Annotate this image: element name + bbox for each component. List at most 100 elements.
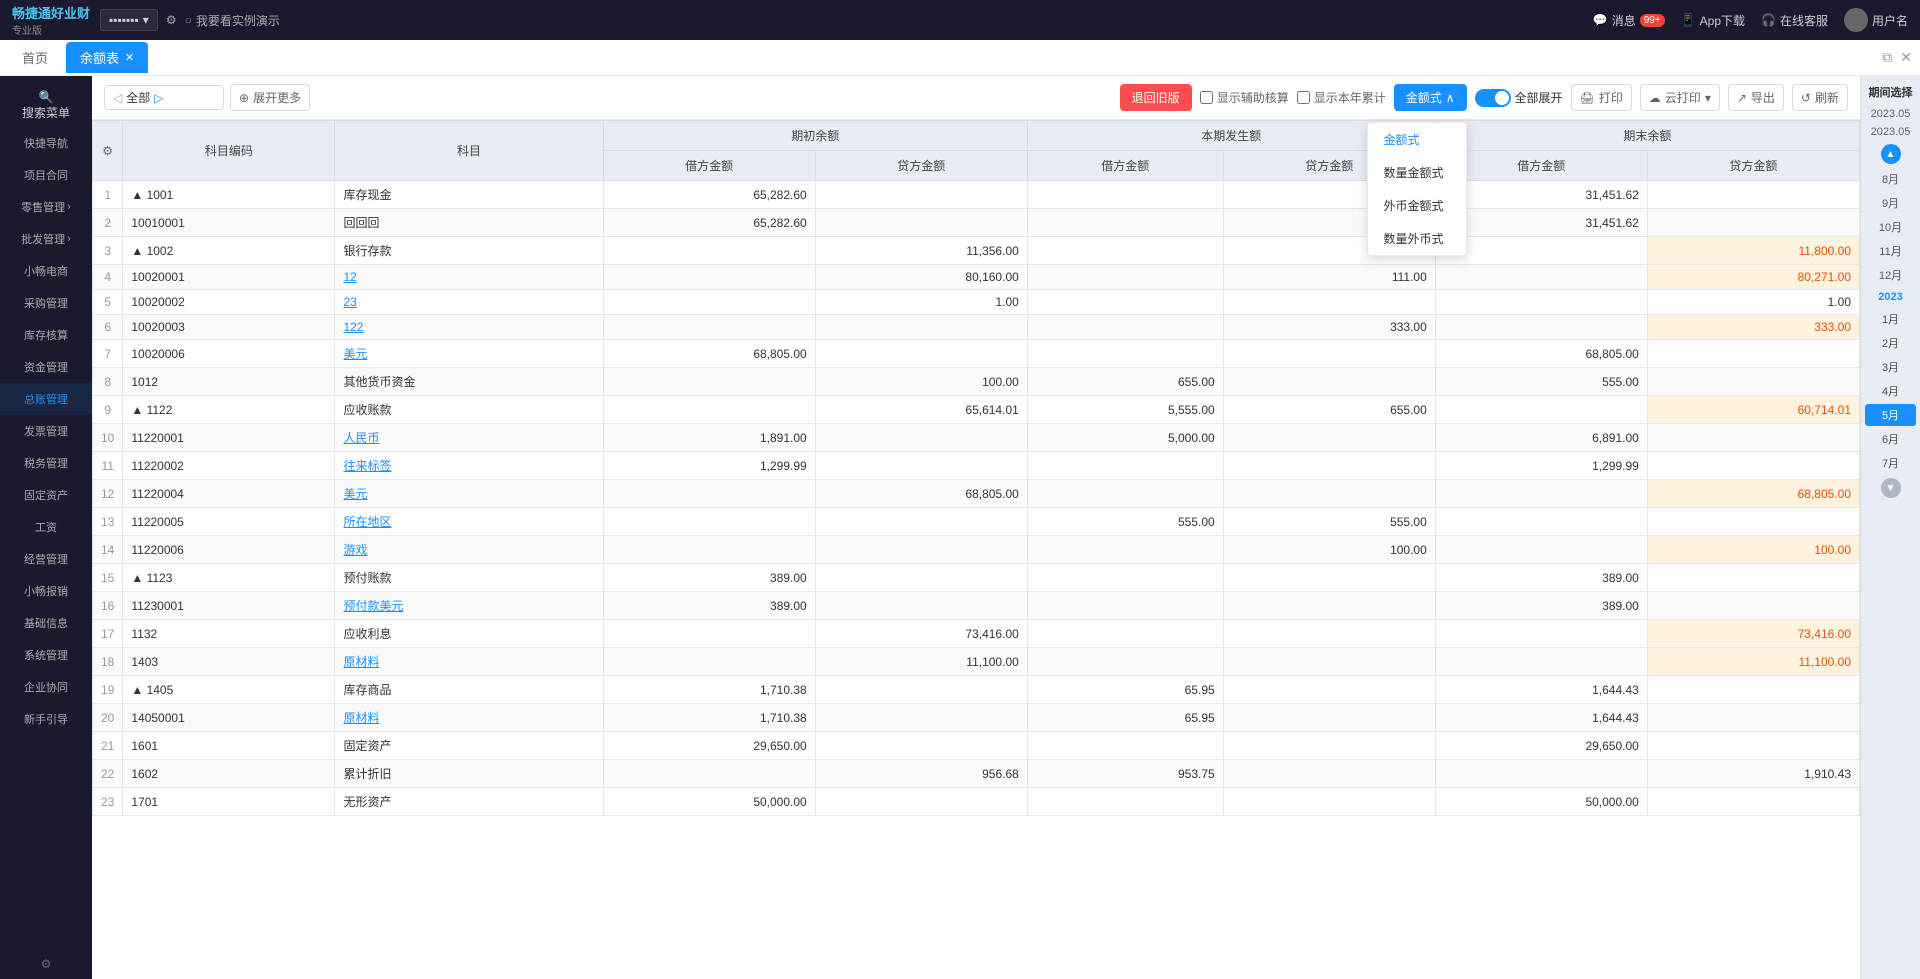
settings-icon[interactable]: ⚙: [102, 144, 113, 158]
export-button[interactable]: ↗ 导出: [1728, 84, 1784, 111]
sidebar-item-project[interactable]: 项目合同: [0, 159, 92, 191]
row-name[interactable]: 所在地区: [335, 508, 603, 536]
online-service-button[interactable]: 🎧 在线客服: [1761, 12, 1828, 29]
messages-button[interactable]: 💬 消息 99+: [1593, 12, 1665, 29]
row-num: 15: [93, 564, 123, 592]
mode-option-quantity-foreign[interactable]: 数量外币式: [1368, 222, 1466, 255]
sidebar-item-inventory[interactable]: 库存核算: [0, 319, 92, 351]
month-11[interactable]: 11月: [1865, 240, 1916, 262]
month-10[interactable]: 10月: [1865, 216, 1916, 238]
month-8[interactable]: 8月: [1865, 168, 1916, 190]
sidebar-item-expense[interactable]: 小畅报销: [0, 575, 92, 607]
user-avatar-button[interactable]: 用户名: [1844, 8, 1908, 32]
month-12[interactable]: 12月: [1865, 264, 1916, 286]
sidebar-search[interactable]: 🔍 搜索菜单: [0, 84, 92, 127]
sidebar-item-invoice[interactable]: 发票管理: [0, 415, 92, 447]
sidebar-item-wholesale[interactable]: 批发管理 ›: [0, 223, 92, 255]
window-close-icon[interactable]: ✕: [1900, 49, 1912, 66]
sidebar-item-payroll[interactable]: 工资: [0, 511, 92, 543]
mode-button[interactable]: 金额式 ∧: [1394, 84, 1467, 111]
sidebar-item-quick-nav[interactable]: 快捷导航: [0, 127, 92, 159]
sidebar-item-retail[interactable]: 零售管理 ›: [0, 191, 92, 223]
row-name[interactable]: 预付款美元: [335, 592, 603, 620]
month-6[interactable]: 6月: [1865, 428, 1916, 450]
year-2023[interactable]: 2023: [1865, 288, 1916, 306]
col-code-header: 科目编码: [123, 121, 335, 181]
right-panel: 期间选择 2023.05 2023.05 ▲ 8月 9月 10月 11月 12月…: [1860, 76, 1920, 979]
row-name[interactable]: 122: [335, 315, 603, 340]
month-4[interactable]: 4月: [1865, 380, 1916, 402]
month-3[interactable]: 3月: [1865, 356, 1916, 378]
row-closing-debit: 389.00: [1435, 564, 1647, 592]
month-5[interactable]: 5月: [1865, 404, 1916, 426]
sidebar-item-system[interactable]: 系统管理: [0, 639, 92, 671]
row-num: 18: [93, 648, 123, 676]
row-closing-credit: 1.00: [1647, 290, 1859, 315]
refresh-button[interactable]: ↺ 刷新: [1792, 84, 1848, 111]
show-auxiliary-checkbox[interactable]: 显示辅助核算: [1200, 89, 1289, 106]
sidebar-item-fixed-assets[interactable]: 固定资产: [0, 479, 92, 511]
nav-up-icon[interactable]: ▲: [1881, 144, 1901, 164]
sidebar-item-ledger[interactable]: 总账管理: [0, 383, 92, 415]
month-7[interactable]: 7月: [1865, 452, 1916, 474]
mode-option-foreign-amount[interactable]: 外币金额式: [1368, 189, 1466, 222]
chevron-down-icon: ▾: [1705, 91, 1711, 105]
sidebar-item-purchase[interactable]: 采购管理: [0, 287, 92, 319]
tab-balance-sheet[interactable]: 余额表 ✕: [66, 42, 148, 73]
sidebar-item-capital[interactable]: 资金管理: [0, 351, 92, 383]
sidebar-item-ecommerce[interactable]: 小畅电商: [0, 255, 92, 287]
cloud-icon: ☁: [1649, 91, 1661, 105]
sidebar-item-operations[interactable]: 经营管理: [0, 543, 92, 575]
row-name[interactable]: 往来标签: [335, 452, 603, 480]
row-code: 10020002: [123, 290, 335, 315]
row-opening-credit: 1.00: [815, 290, 1027, 315]
row-name[interactable]: 美元: [335, 480, 603, 508]
expand-more-button[interactable]: ⊕ 展开更多: [230, 84, 310, 111]
expand-all-toggle[interactable]: 全部展开: [1475, 89, 1563, 107]
mode-option-amount[interactable]: 金额式: [1368, 123, 1466, 156]
row-name[interactable]: 12: [335, 265, 603, 290]
show-ytd-checkbox[interactable]: 显示本年累计: [1297, 89, 1386, 106]
toggle-switch[interactable]: [1475, 89, 1511, 107]
mode-option-quantity-amount[interactable]: 数量金额式: [1368, 156, 1466, 189]
row-name[interactable]: 游戏: [335, 536, 603, 564]
demo-link[interactable]: 我要看实例演示: [185, 12, 280, 29]
sidebar-item-tax[interactable]: 税务管理: [0, 447, 92, 479]
month-2[interactable]: 2月: [1865, 332, 1916, 354]
sidebar-item-basic-info[interactable]: 基础信息: [0, 607, 92, 639]
row-name[interactable]: 原材料: [335, 648, 603, 676]
row-code: 11220001: [123, 424, 335, 452]
return-old-button[interactable]: 退回旧版: [1120, 84, 1192, 111]
table-row: 1411220006游戏100.00100.00: [93, 536, 1860, 564]
row-name[interactable]: 美元: [335, 340, 603, 368]
settings-icon[interactable]: ⚙: [166, 13, 177, 27]
nav-down-icon[interactable]: ▼: [1881, 478, 1901, 498]
month-1[interactable]: 1月: [1865, 308, 1916, 330]
row-num: 17: [93, 620, 123, 648]
row-name[interactable]: 人民币: [335, 424, 603, 452]
expand-icon: ⊕: [239, 91, 249, 105]
sidebar-settings-button[interactable]: ⚙: [0, 949, 92, 979]
month-9[interactable]: 9月: [1865, 192, 1916, 214]
row-opening-debit: 389.00: [603, 592, 815, 620]
sidebar-item-enterprise[interactable]: 企业协同: [0, 671, 92, 703]
tab-home[interactable]: 首页: [8, 42, 62, 73]
window-restore-icon[interactable]: ⧉: [1882, 49, 1892, 66]
company-dropdown[interactable]: ▪▪▪▪▪▪▪ ▾: [100, 9, 158, 31]
filter-search-box[interactable]: ◁ 全部 ▷: [104, 85, 224, 110]
tab-close-icon[interactable]: ✕: [125, 51, 134, 64]
sidebar-item-guide[interactable]: 新手引导: [0, 703, 92, 735]
col-settings-header[interactable]: ⚙: [93, 121, 123, 181]
cloud-print-button[interactable]: ☁ 云打印 ▾: [1640, 84, 1720, 111]
row-name[interactable]: 23: [335, 290, 603, 315]
row-opening-debit: [603, 290, 815, 315]
row-name[interactable]: 原材料: [335, 704, 603, 732]
search-right-icon[interactable]: ▷: [154, 91, 163, 105]
mode-dropdown-wrapper: 金额式 ∧ 金额式 数量金额式 外币金额式 数量外币式: [1394, 84, 1467, 111]
row-code: 10010001: [123, 209, 335, 237]
print-button[interactable]: 🖨 打印: [1571, 84, 1632, 111]
app-download-button[interactable]: 📱 App下载: [1681, 12, 1745, 29]
row-period-debit: 655.00: [1027, 368, 1223, 396]
row-code: ▲ 1123: [123, 564, 335, 592]
col-name-header: 科目: [335, 121, 603, 181]
